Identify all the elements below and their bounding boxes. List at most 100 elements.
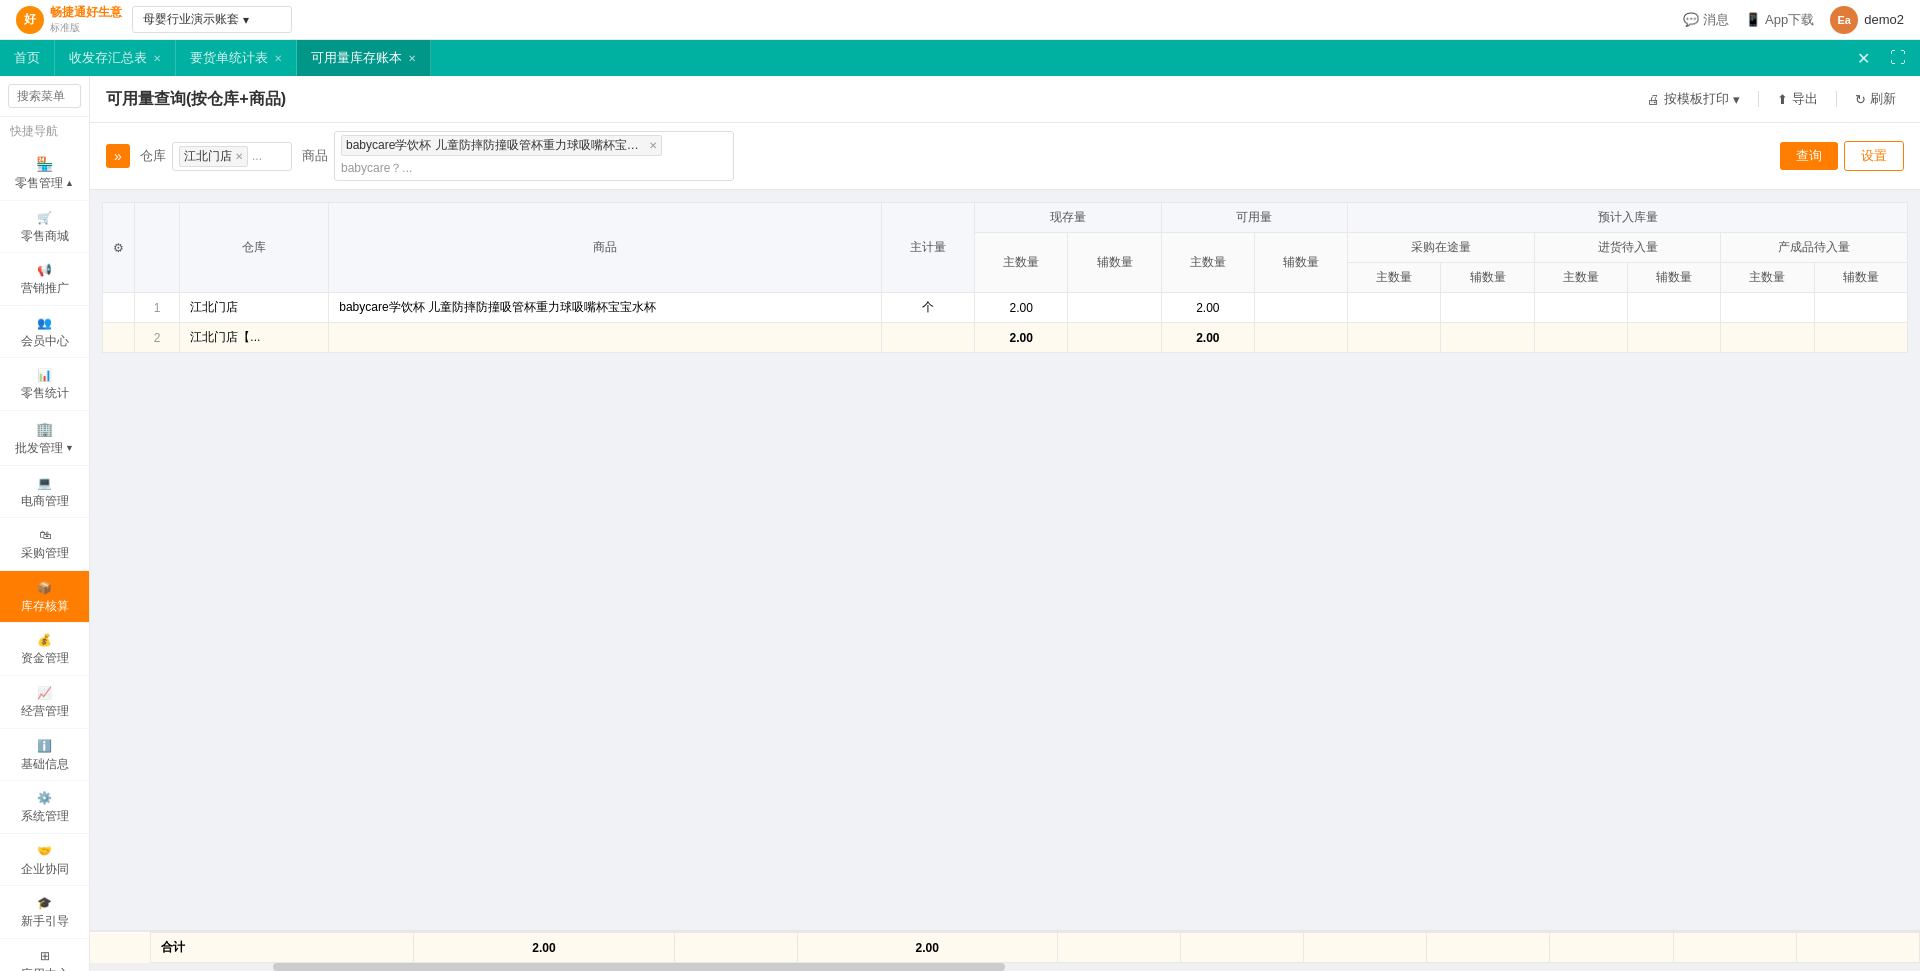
td-purchase-sub-2 xyxy=(1441,323,1534,353)
tab-close-all-btn[interactable]: ✕ xyxy=(1851,47,1876,70)
user-area[interactable]: Ea demo2 xyxy=(1830,6,1904,34)
member-icon: 👥 xyxy=(37,316,52,330)
tab-home[interactable]: 首页 xyxy=(0,40,55,76)
sidebar-item-finance[interactable]: 💰 资金管理 xyxy=(0,623,89,676)
app-icon: 📱 xyxy=(1745,12,1761,27)
warehouse-more-btn[interactable]: ... xyxy=(252,149,262,163)
sidebar-item-retail-mall[interactable]: 🛒 零售商城 xyxy=(0,201,89,254)
th-purchase-sub: 辅数量 xyxy=(1441,263,1534,293)
mall-icon: 🛒 xyxy=(37,211,52,225)
total-stock-sub xyxy=(674,933,797,963)
total-p3 xyxy=(1427,933,1550,963)
td-stock-sub-1 xyxy=(1068,293,1161,323)
page-actions: 🖨 按模板打印 ▾ ⬆ 导出 ↻ 刷新 xyxy=(1639,86,1904,112)
th-avail-sub: 辅数量 xyxy=(1254,233,1347,293)
sidebar-item-operations[interactable]: 📈 经营管理 xyxy=(0,676,89,729)
product-tag: babycare学饮杯 儿童防摔防撞吸管杯重力球吸嘴杯宝宝水杯 ✕ xyxy=(341,135,662,156)
industry-select[interactable]: 母婴行业演示账套 ▾ xyxy=(132,6,292,33)
tab-expand-btn[interactable]: ⛶ xyxy=(1884,47,1912,69)
sidebar-item-system[interactable]: ⚙️ 系统管理 xyxy=(0,781,89,834)
sidebar-item-inventory[interactable]: 📦 库存核算 xyxy=(0,571,89,624)
divider xyxy=(1758,91,1759,107)
sidebar-quick-nav[interactable]: 快捷导航 xyxy=(0,117,89,146)
settings-button[interactable]: 设置 xyxy=(1844,141,1904,171)
total-stock-main: 2.00 xyxy=(414,933,674,963)
warehouse-filter-group: 仓库 江北门店 ✕ ... xyxy=(140,142,292,171)
warehouse-tag-container[interactable]: 江北门店 ✕ ... xyxy=(172,142,292,171)
total-avail-main: 2.00 xyxy=(797,933,1057,963)
td-warehouse-2: 江北门店【... xyxy=(180,323,329,353)
td-product-1: babycare学饮杯 儿童防摔防撞吸管杯重力球吸嘴杯宝宝水杯 xyxy=(329,293,882,323)
refresh-button[interactable]: ↻ 刷新 xyxy=(1847,86,1904,112)
sidebar-item-marketing[interactable]: 📢 营销推广 xyxy=(0,253,89,306)
message-action[interactable]: 💬 消息 xyxy=(1683,11,1729,29)
logo-area: 好 畅捷通好生意 标准版 xyxy=(16,4,122,35)
scrollbar-area[interactable] xyxy=(90,963,1920,971)
sidebar-item-collab[interactable]: 🤝 企业协同 xyxy=(0,834,89,887)
td-purchase-sub-1 xyxy=(1441,293,1534,323)
th-inbound-main: 主数量 xyxy=(1534,263,1627,293)
td-product-2 xyxy=(329,323,882,353)
close-icon[interactable]: ✕ xyxy=(153,53,161,64)
data-table: ⚙ 仓库 商品 主计量 现存量 可用量 预计入库量 主数量 辅数量 主数量 辅数… xyxy=(102,202,1908,353)
th-inbound-sub: 辅数量 xyxy=(1628,263,1721,293)
filter-action-buttons: 查询 设置 xyxy=(1780,141,1904,171)
total-row: 合计 2.00 2.00 xyxy=(90,933,1920,963)
inventory-icon: 📦 xyxy=(37,581,52,595)
query-button[interactable]: 查询 xyxy=(1780,142,1838,170)
product-tag-container[interactable]: babycare学饮杯 儿童防摔防撞吸管杯重力球吸嘴杯宝宝水杯 ✕ babyca… xyxy=(334,131,734,181)
td-production-sub-1 xyxy=(1814,293,1907,323)
close-icon[interactable]: ✕ xyxy=(274,53,282,64)
page-header: 可用量查询(按仓库+商品) 🖨 按模板打印 ▾ ⬆ 导出 ↻ 刷新 xyxy=(90,76,1920,123)
basic-info-icon: ℹ️ xyxy=(37,739,52,753)
th-avail-main: 主数量 xyxy=(1161,233,1254,293)
total-p4 xyxy=(1550,933,1673,963)
total-avail-sub xyxy=(1057,933,1180,963)
td-avail-main-1: 2.00 xyxy=(1161,293,1254,323)
sidebar-item-basic-info[interactable]: ℹ️ 基础信息 xyxy=(0,729,89,782)
td-purchase-main-2 xyxy=(1348,323,1441,353)
sidebar-item-ecommerce[interactable]: 💻 电商管理 xyxy=(0,466,89,519)
sidebar-item-newbie[interactable]: 🎓 新手引导 xyxy=(0,886,89,939)
divider2 xyxy=(1836,91,1837,107)
product-more-btn[interactable]: babycare？... xyxy=(341,160,412,177)
scrollbar-thumb[interactable] xyxy=(273,963,1005,971)
close-icon[interactable]: ✕ xyxy=(408,53,416,64)
tab-order-stats[interactable]: 要货单统计表 ✕ xyxy=(176,40,297,76)
td-avail-main-2: 2.00 xyxy=(1161,323,1254,353)
remove-warehouse-tag[interactable]: ✕ xyxy=(235,151,243,162)
tab-available-stock[interactable]: 可用量库存账本 ✕ xyxy=(297,40,431,76)
total-p1 xyxy=(1181,933,1304,963)
marketing-icon: 📢 xyxy=(37,263,52,277)
export-icon: ⬆ xyxy=(1777,92,1788,107)
sidebar-item-purchase[interactable]: 🛍 采购管理 xyxy=(0,518,89,571)
app-download-action[interactable]: 📱 App下载 xyxy=(1745,11,1814,29)
stats-icon: 📊 xyxy=(37,368,52,382)
sidebar-item-retail-stats[interactable]: 📊 零售统计 xyxy=(0,358,89,411)
th-stock-sub: 辅数量 xyxy=(1068,233,1161,293)
sidebar-item-retail-mgmt[interactable]: 🏪 零售管理 ▲ xyxy=(0,146,89,201)
export-button[interactable]: ⬆ 导出 xyxy=(1769,86,1826,112)
td-avail-sub-1 xyxy=(1254,293,1347,323)
print-icon: 🖨 xyxy=(1647,92,1660,107)
filter-bar: » 仓库 江北门店 ✕ ... 商品 babycare学饮杯 儿童防摔防撞吸管杯… xyxy=(90,123,1920,190)
th-settings: ⚙ xyxy=(103,203,135,293)
tab-receive-summary[interactable]: 收发存汇总表 ✕ xyxy=(55,40,176,76)
print-button[interactable]: 🖨 按模板打印 ▾ xyxy=(1639,86,1748,112)
wholesale-icon: 🏢 xyxy=(36,421,53,437)
sidebar-item-wholesale-mgmt[interactable]: 🏢 批发管理 ▼ xyxy=(0,411,89,466)
td-inbound-sub-2 xyxy=(1628,323,1721,353)
refresh-icon: ↻ xyxy=(1855,92,1866,107)
tab-bar-actions: ✕ ⛶ xyxy=(1851,47,1920,70)
sidebar-item-app-center[interactable]: ⊞ 应用中心 xyxy=(0,939,89,971)
newbie-icon: 🎓 xyxy=(37,896,52,910)
sidebar-item-member-center[interactable]: 👥 会员中心 xyxy=(0,306,89,359)
td-inbound-main-1 xyxy=(1534,293,1627,323)
search-input[interactable] xyxy=(8,84,81,108)
th-avail-group: 可用量 xyxy=(1161,203,1348,233)
th-purchase-main: 主数量 xyxy=(1348,263,1441,293)
remove-product-tag[interactable]: ✕ xyxy=(649,140,657,151)
th-product: 商品 xyxy=(329,203,882,293)
table-container: ⚙ 仓库 商品 主计量 现存量 可用量 预计入库量 主数量 辅数量 主数量 辅数… xyxy=(90,190,1920,930)
filter-expand-button[interactable]: » xyxy=(106,144,130,168)
